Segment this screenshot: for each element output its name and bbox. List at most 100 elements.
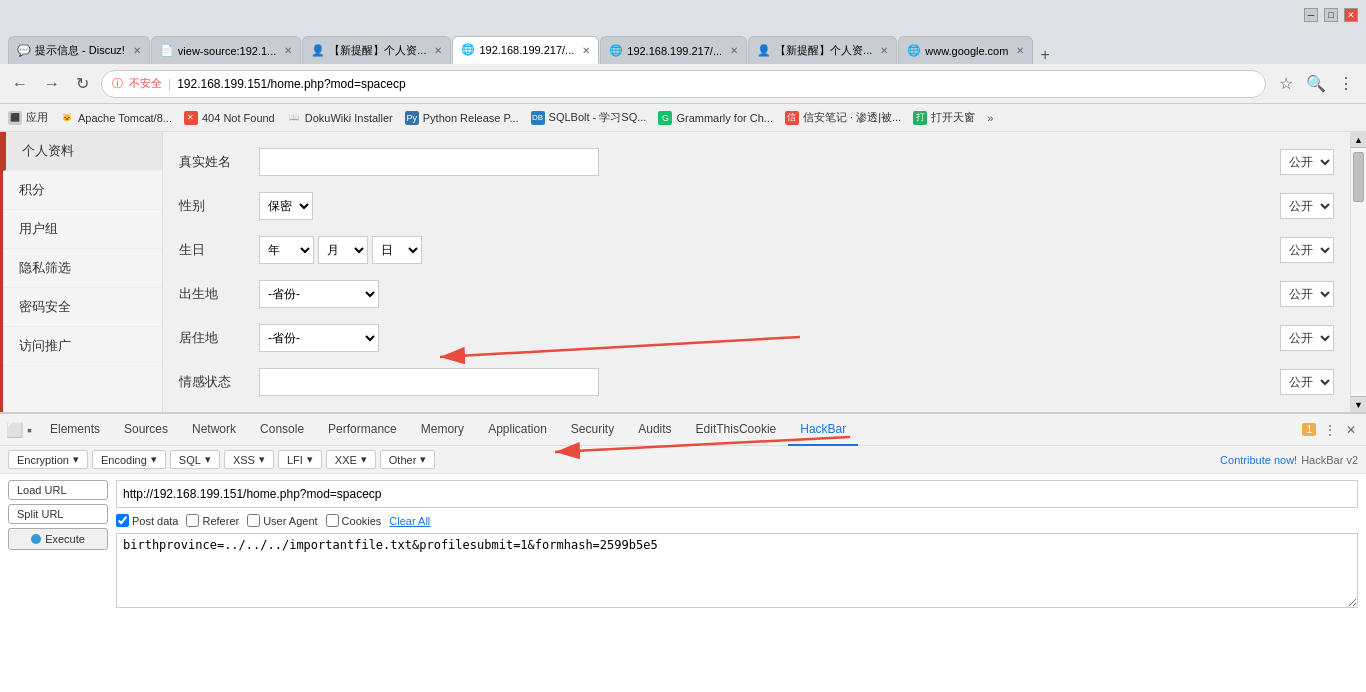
tab-3[interactable]: 👤 【新提醒】个人资... ✕: [302, 36, 451, 64]
visibility-birthplace[interactable]: 公开: [1280, 281, 1334, 307]
hackbar-menu-sql[interactable]: SQL ▾: [170, 450, 220, 469]
checkbox-referer-input[interactable]: [186, 514, 199, 527]
maximize-button[interactable]: □: [1324, 8, 1338, 22]
bookmark-sqlbolt[interactable]: DB SQLBolt - 学习SQ...: [531, 110, 647, 125]
tab-performance[interactable]: Performance: [316, 414, 409, 446]
tab-2[interactable]: 📄 view-source:192.1... ✕: [151, 36, 301, 64]
window-controls[interactable]: ─ □ ✕: [1304, 8, 1358, 22]
post-data-textarea[interactable]: birthprovince=../../../importantfile.txt…: [116, 533, 1358, 608]
checkbox-cookies[interactable]: Cookies: [326, 514, 382, 527]
devtools-resize-handle[interactable]: ⬜ ▪: [0, 420, 38, 440]
bookmark-window[interactable]: 打 打开天窗: [913, 110, 975, 125]
devtools-close-btn[interactable]: ✕: [1344, 421, 1358, 439]
checkbox-referer[interactable]: Referer: [186, 514, 239, 527]
tab-1[interactable]: 💬 提示信息 - Discuz! ✕: [8, 36, 150, 64]
tab-application[interactable]: Application: [476, 414, 559, 446]
sidebar-item-privacy[interactable]: 隐私筛选: [3, 249, 162, 288]
input-realname[interactable]: [259, 148, 599, 176]
sidebar-item-promotion[interactable]: 访问推广: [3, 327, 162, 366]
bookmark-404[interactable]: ✕ 404 Not Found: [184, 111, 275, 125]
tab-editthiscookie[interactable]: EditThisCookie: [684, 414, 789, 446]
vis-select-birthplace[interactable]: 公开: [1280, 281, 1334, 307]
right-scrollbar[interactable]: ▲ ▼: [1350, 132, 1366, 412]
sidebar-item-points[interactable]: 积分: [3, 171, 162, 210]
bookmark-note[interactable]: 信 信安笔记 · 渗透|被...: [785, 110, 901, 125]
visibility-birthday[interactable]: 公开: [1280, 237, 1334, 263]
tab-close-3[interactable]: ✕: [434, 45, 442, 56]
select-month[interactable]: 月: [318, 236, 368, 264]
tab-console[interactable]: Console: [248, 414, 316, 446]
execute-button[interactable]: Execute: [8, 528, 108, 550]
new-tab-button[interactable]: +: [1034, 46, 1055, 64]
vis-select-relationship[interactable]: 公开: [1280, 369, 1334, 395]
hackbar-menu-encryption[interactable]: Encryption ▾: [8, 450, 88, 469]
tab-close-2[interactable]: ✕: [284, 45, 292, 56]
tab-elements[interactable]: Elements: [38, 414, 112, 446]
tab-audits[interactable]: Audits: [626, 414, 683, 446]
bookmark-grammarly[interactable]: G Grammarly for Ch...: [658, 111, 773, 125]
forward-button[interactable]: →: [40, 73, 64, 95]
bookmark-apps[interactable]: ⬛ 应用: [8, 110, 48, 125]
select-year[interactable]: 年: [259, 236, 314, 264]
tab-6[interactable]: 👤 【新提醒】个人资... ✕: [748, 36, 897, 64]
vis-select-birthday[interactable]: 公开: [1280, 237, 1334, 263]
star-button[interactable]: ☆: [1274, 72, 1298, 96]
checkbox-post-data[interactable]: Post data: [116, 514, 178, 527]
tab-network[interactable]: Network: [180, 414, 248, 446]
sidebar-item-password[interactable]: 密码安全: [3, 288, 162, 327]
input-relationship[interactable]: [259, 368, 599, 396]
address-bar-container[interactable]: ⓘ 不安全 |: [101, 70, 1266, 98]
split-url-button[interactable]: Split URL: [8, 504, 108, 524]
select-gender[interactable]: 保密 男 女: [259, 192, 313, 220]
select-birthplace[interactable]: -省份-: [259, 280, 379, 308]
scroll-down-btn[interactable]: ▼: [1351, 396, 1366, 412]
tab-sources[interactable]: Sources: [112, 414, 180, 446]
tab-7[interactable]: 🌐 www.google.com ✕: [898, 36, 1033, 64]
hackbar-menu-encoding[interactable]: Encoding ▾: [92, 450, 166, 469]
devtools-dock-btn[interactable]: ▪: [25, 420, 34, 440]
close-button[interactable]: ✕: [1344, 8, 1358, 22]
bookmark-doku[interactable]: 📖 DokuWiki Installer: [287, 111, 393, 125]
visibility-realname[interactable]: 公开: [1280, 149, 1334, 175]
tab-hackbar[interactable]: HackBar: [788, 414, 858, 446]
clear-all-button[interactable]: Clear All: [389, 515, 430, 527]
vis-select-gender[interactable]: 公开: [1280, 193, 1334, 219]
scroll-up-btn[interactable]: ▲: [1351, 132, 1366, 148]
sidebar-item-profile[interactable]: 个人资料: [3, 132, 162, 171]
checkbox-cookies-input[interactable]: [326, 514, 339, 527]
bookmark-tomcat[interactable]: 🐱 Apache Tomcat/8...: [60, 111, 172, 125]
reload-button[interactable]: ↻: [72, 72, 93, 95]
tab-4[interactable]: 🌐 192.168.199.217/... ✕: [452, 36, 599, 64]
tab-close-6[interactable]: ✕: [880, 45, 888, 56]
tab-memory[interactable]: Memory: [409, 414, 476, 446]
checkbox-post-input[interactable]: [116, 514, 129, 527]
tab-close-4[interactable]: ✕: [582, 45, 590, 56]
devtools-undock-btn[interactable]: ⬜: [4, 420, 25, 440]
checkbox-user-agent[interactable]: User Agent: [247, 514, 317, 527]
contribute-link[interactable]: Contribute now!: [1220, 454, 1297, 466]
tab-close-7[interactable]: ✕: [1016, 45, 1024, 56]
scroll-thumb[interactable]: [1353, 152, 1364, 202]
tab-security[interactable]: Security: [559, 414, 626, 446]
sidebar-item-usergroup[interactable]: 用户组: [3, 210, 162, 249]
search-button[interactable]: 🔍: [1304, 72, 1328, 96]
hackbar-menu-other[interactable]: Other ▾: [380, 450, 436, 469]
select-day[interactable]: 日: [372, 236, 422, 264]
bookmarks-more[interactable]: »: [987, 112, 993, 124]
visibility-residence[interactable]: 公开: [1280, 325, 1334, 351]
vis-select-realname[interactable]: 公开: [1280, 149, 1334, 175]
vis-select-residence[interactable]: 公开: [1280, 325, 1334, 351]
hackbar-menu-xxe[interactable]: XXE ▾: [326, 450, 376, 469]
visibility-gender[interactable]: 公开: [1280, 193, 1334, 219]
url-input[interactable]: [116, 480, 1358, 508]
select-residence[interactable]: -省份-: [259, 324, 379, 352]
tab-5[interactable]: 🌐 192.168.199.217/... ✕: [600, 36, 747, 64]
settings-button[interactable]: ⋮: [1334, 72, 1358, 96]
minimize-button[interactable]: ─: [1304, 8, 1318, 22]
tab-close-1[interactable]: ✕: [133, 45, 141, 56]
hackbar-menu-lfi[interactable]: LFI ▾: [278, 450, 322, 469]
load-url-button[interactable]: Load URL: [8, 480, 108, 500]
back-button[interactable]: ←: [8, 73, 32, 95]
hackbar-menu-xss[interactable]: XSS ▾: [224, 450, 274, 469]
tab-close-5[interactable]: ✕: [730, 45, 738, 56]
